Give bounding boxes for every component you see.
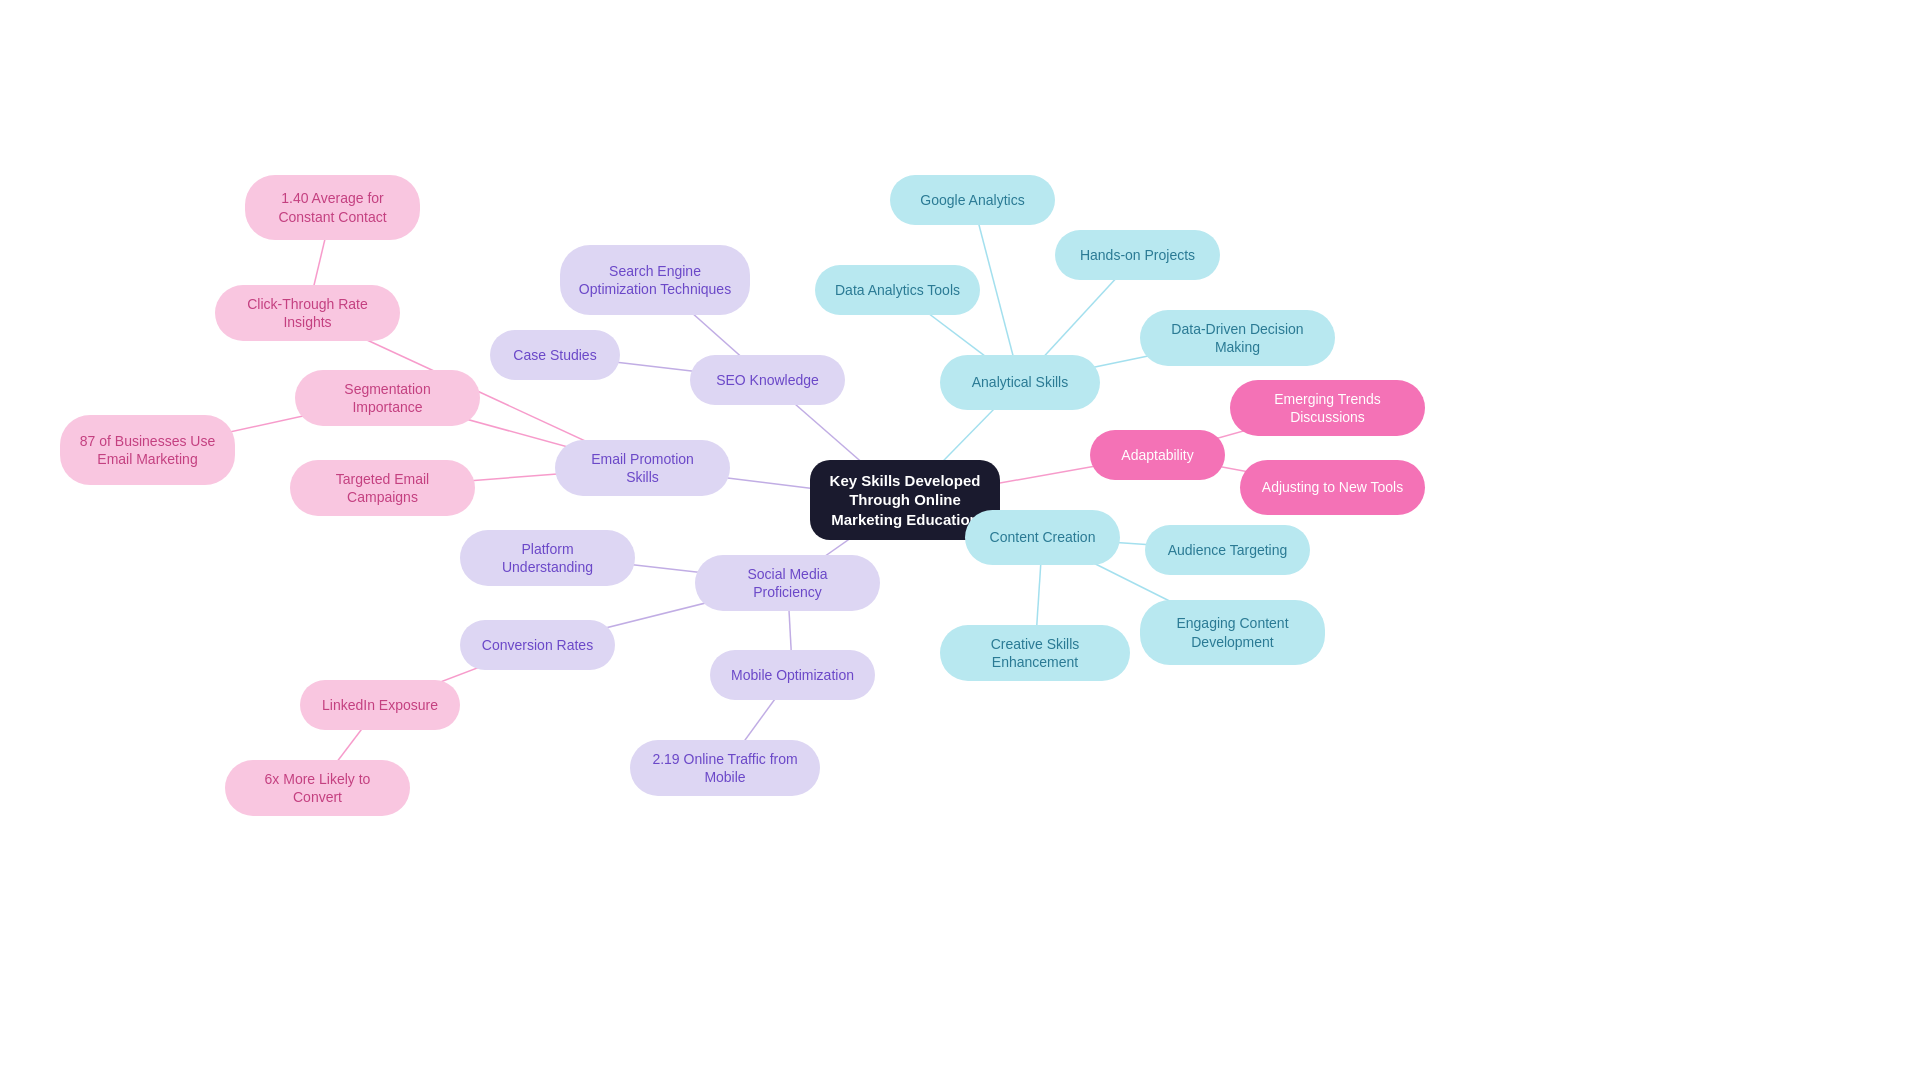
- mindmap-container: Key Skills Developed Through Online Mark…: [0, 0, 1920, 1083]
- node-seo_knowledge[interactable]: SEO Knowledge: [690, 355, 845, 405]
- node-adjusting_tools[interactable]: Adjusting to New Tools: [1240, 460, 1425, 515]
- node-adaptability[interactable]: Adaptability: [1090, 430, 1225, 480]
- node-google_analytics[interactable]: Google Analytics: [890, 175, 1055, 225]
- node-targeted_campaigns[interactable]: Targeted Email Campaigns: [290, 460, 475, 516]
- node-avg_constant[interactable]: 1.40 Average for Constant Contact: [245, 175, 420, 240]
- node-hands_on_projects[interactable]: Hands-on Projects: [1055, 230, 1220, 280]
- node-email_marketing_stat[interactable]: 87 of Businesses Use Email Marketing: [60, 415, 235, 485]
- node-platform_understanding[interactable]: Platform Understanding: [460, 530, 635, 586]
- node-audience_targeting[interactable]: Audience Targeting: [1145, 525, 1310, 575]
- node-mobile_optimization[interactable]: Mobile Optimization: [710, 650, 875, 700]
- node-click_through[interactable]: Click-Through Rate Insights: [215, 285, 400, 341]
- node-conversion_rates[interactable]: Conversion Rates: [460, 620, 615, 670]
- node-data_analytics_tools[interactable]: Data Analytics Tools: [815, 265, 980, 315]
- node-linkedin_exposure[interactable]: LinkedIn Exposure: [300, 680, 460, 730]
- node-case_studies[interactable]: Case Studies: [490, 330, 620, 380]
- node-online_traffic[interactable]: 2.19 Online Traffic from Mobile: [630, 740, 820, 796]
- node-content_creation[interactable]: Content Creation: [965, 510, 1120, 565]
- node-email_promotion[interactable]: Email Promotion Skills: [555, 440, 730, 496]
- node-analytical_skills[interactable]: Analytical Skills: [940, 355, 1100, 410]
- node-segmentation[interactable]: Segmentation Importance: [295, 370, 480, 426]
- node-search_engine[interactable]: Search Engine Optimization Techniques: [560, 245, 750, 315]
- node-engaging_content[interactable]: Engaging Content Development: [1140, 600, 1325, 665]
- node-six_more_likely[interactable]: 6x More Likely to Convert: [225, 760, 410, 816]
- node-social_media[interactable]: Social Media Proficiency: [695, 555, 880, 611]
- node-creative_skills[interactable]: Creative Skills Enhancement: [940, 625, 1130, 681]
- node-data_driven[interactable]: Data-Driven Decision Making: [1140, 310, 1335, 366]
- connections-svg: [0, 0, 1920, 1083]
- node-emerging_trends[interactable]: Emerging Trends Discussions: [1230, 380, 1425, 436]
